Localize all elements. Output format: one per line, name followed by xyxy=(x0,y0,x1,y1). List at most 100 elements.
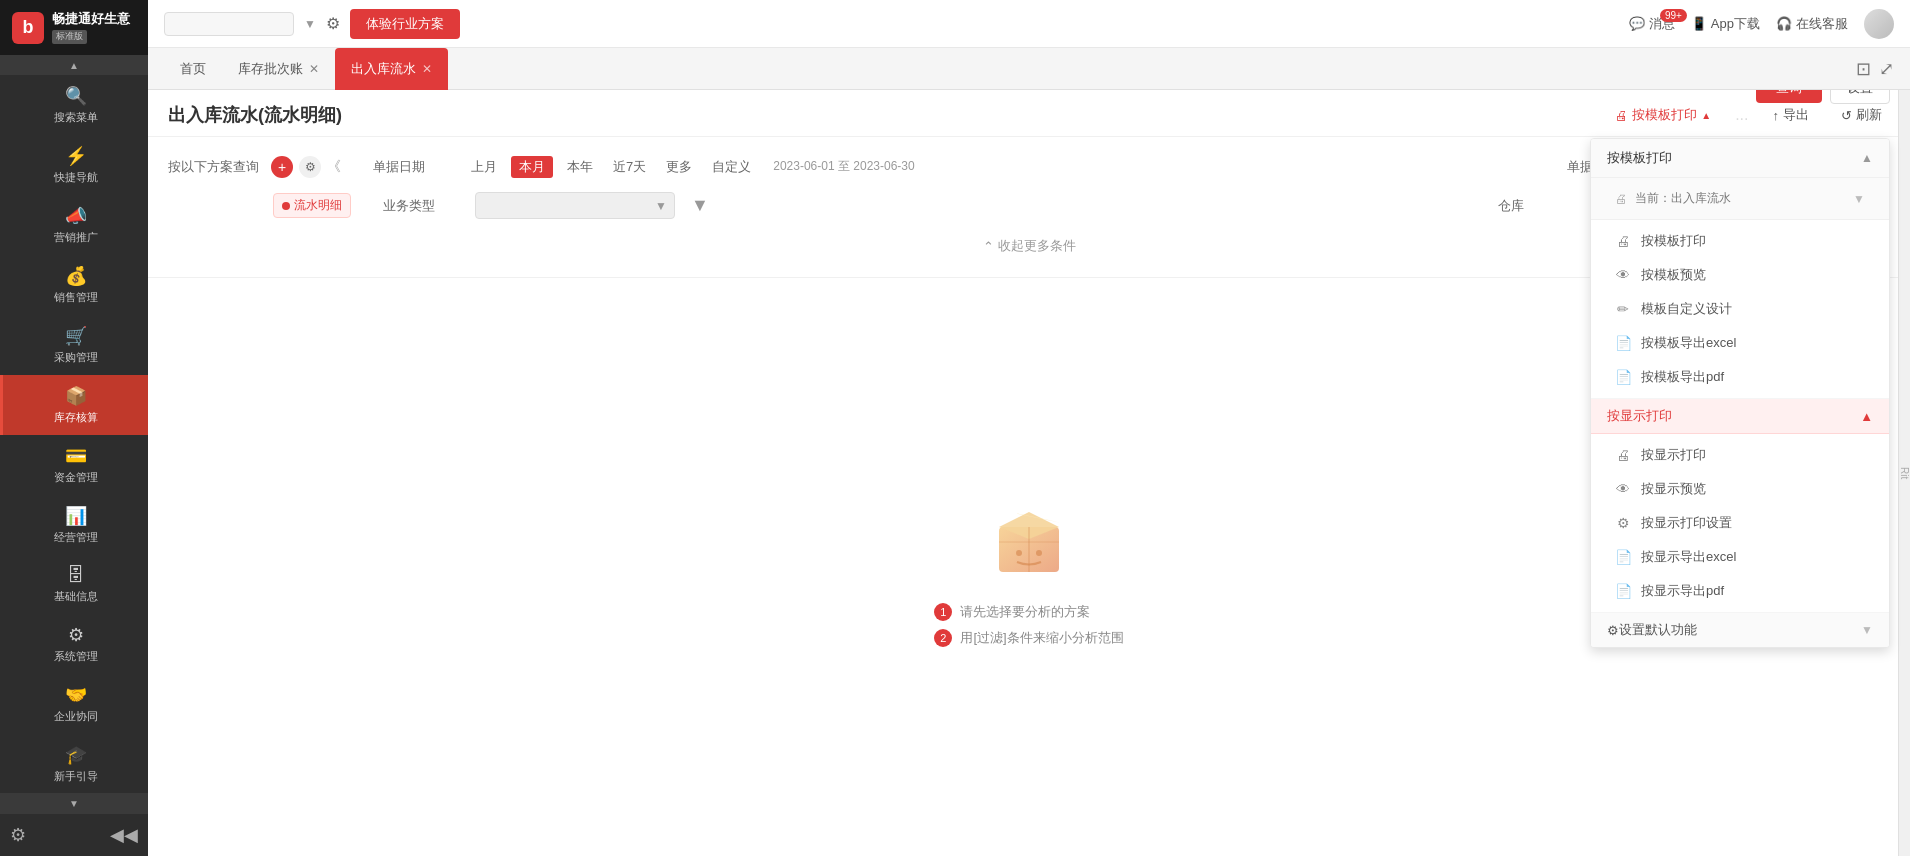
marketing-icon: 📣 xyxy=(65,205,87,227)
sidebar-bottom: ⚙ ◀◀ xyxy=(0,813,148,856)
sidebar-item-enterprise[interactable]: 🤝 企业协同 xyxy=(0,674,148,734)
sidebar-item-basic[interactable]: 🗄 基础信息 xyxy=(0,555,148,614)
business-type-select[interactable] xyxy=(475,192,675,219)
query-button[interactable]: 查询 xyxy=(1756,90,1822,103)
filter-section-label: 按以下方案查询 xyxy=(168,158,259,176)
page-header: 出入库流水(流水明细) 🖨 按模板打印 ▲ ... ↑ 导出 ↺ 刷新 xyxy=(148,90,1910,137)
display-section-arrow: ▲ xyxy=(1860,409,1873,424)
empty-hint-2: 2 用[过滤]条件来缩小分析范围 xyxy=(934,629,1123,647)
hint-num-1: 1 xyxy=(934,603,952,621)
topbar-gear-icon[interactable]: ⚙ xyxy=(326,14,340,33)
sidebar-settings-icon[interactable]: ⚙ xyxy=(10,824,26,846)
sidebar: b 畅捷通好生意 标准版 ▲ 🔍 搜索菜单 ⚡ 快捷导航 📣 营销推广 💰 销售… xyxy=(0,0,148,856)
settings-button[interactable]: 设置 xyxy=(1830,90,1890,104)
message-badge: 99+ xyxy=(1660,9,1687,22)
template-items-section: 🖨 按模板打印 👁 按模板预览 ✏ 模板自定义设计 📄 xyxy=(1591,220,1889,399)
panel-default-fn[interactable]: ⚙ 设置默认功能 ▼ xyxy=(1591,613,1889,647)
design-icon: ✏ xyxy=(1615,301,1631,317)
inventory-icon: 📦 xyxy=(65,385,87,407)
sidebar-item-guide[interactable]: 🎓 新手引导 xyxy=(0,734,148,793)
tabs-bar: 首页 库存批次账 ✕ 出入库流水 ✕ ⊡ ⤢ xyxy=(148,48,1910,90)
date-option-this-month[interactable]: 本月 xyxy=(511,156,553,178)
date-option-more[interactable]: 更多 xyxy=(660,156,698,178)
refresh-icon: ↺ xyxy=(1841,108,1852,123)
sidebar-item-sales[interactable]: 💰 销售管理 xyxy=(0,255,148,315)
topbar-left: ▼ ⚙ 体验行业方案 xyxy=(164,9,1617,39)
panel-item-display-pdf[interactable]: 📄 按显示导出pdf xyxy=(1591,574,1889,608)
sidebar-scroll-up[interactable]: ▲ xyxy=(0,55,148,75)
default-fn-icon: ⚙ xyxy=(1607,623,1619,638)
sidebar-item-marketing[interactable]: 📣 营销推广 xyxy=(0,195,148,255)
tab-close-in-out-flow[interactable]: ✕ xyxy=(422,62,432,76)
topbar: ▼ ⚙ 体验行业方案 💬 消息 99+ 📱 App下载 🎧 在线客服 xyxy=(148,0,1910,48)
panel-item-display-print[interactable]: 🖨 按显示打印 xyxy=(1591,438,1889,472)
filter-add-button[interactable]: + xyxy=(271,156,293,178)
sidebar-scroll-down[interactable]: ▼ xyxy=(0,793,148,813)
filter-collapse-left[interactable]: 《 xyxy=(327,158,341,176)
right-edge-bar: Rit xyxy=(1898,90,1910,856)
tab-home[interactable]: 首页 xyxy=(164,48,222,90)
date-option-custom[interactable]: 自定义 xyxy=(706,156,757,178)
sidebar-item-search[interactable]: 🔍 搜索菜单 xyxy=(0,75,148,135)
panel-current-item: 🖨 当前：出入库流水 ▼ xyxy=(1607,184,1873,213)
business-type-label: 业务类型 xyxy=(383,197,463,215)
sidebar-item-quick-nav[interactable]: ⚡ 快捷导航 xyxy=(0,135,148,195)
filter-settings-button[interactable]: ⚙ xyxy=(299,156,321,178)
tab-close-inventory-batch[interactable]: ✕ xyxy=(309,62,319,76)
date-option-this-year[interactable]: 本年 xyxy=(561,156,599,178)
current-arrow: ▼ xyxy=(1853,192,1865,206)
export-icon: ↑ xyxy=(1773,108,1780,123)
business-type-more[interactable]: ▼ xyxy=(691,195,709,216)
display-print-section-header[interactable]: 按显示打印 ▲ xyxy=(1591,399,1889,434)
app-download-button[interactable]: 📱 App下载 xyxy=(1691,15,1760,33)
tag-label: 流水明细 xyxy=(294,197,342,214)
page-actions: 🖨 按模板打印 ▲ ... ↑ 导出 ↺ 刷新 按模板打印 xyxy=(1607,102,1890,128)
refresh-button[interactable]: ↺ 刷新 xyxy=(1833,102,1890,128)
tab-maximize-icon[interactable]: ⊡ xyxy=(1856,58,1871,80)
tab-fullscreen-icon[interactable]: ⤢ xyxy=(1879,58,1894,80)
user-avatar-area[interactable] xyxy=(1864,9,1894,39)
industry-btn[interactable]: 体验行业方案 xyxy=(350,9,460,39)
chevron-up-icon: ⌃ xyxy=(983,239,994,254)
display-excel-icon: 📄 xyxy=(1615,549,1631,565)
main-area: ▼ ⚙ 体验行业方案 💬 消息 99+ 📱 App下载 🎧 在线客服 xyxy=(148,0,1910,856)
preview-icon: 👁 xyxy=(1615,267,1631,283)
tab-inventory-batch[interactable]: 库存批次账 ✕ xyxy=(222,48,335,90)
online-service-button[interactable]: 🎧 在线客服 xyxy=(1776,15,1848,33)
purchase-icon: 🛒 xyxy=(65,325,87,347)
sidebar-item-purchase[interactable]: 🛒 采购管理 xyxy=(0,315,148,375)
sales-icon: 💰 xyxy=(65,265,87,287)
date-label: 单据日期 xyxy=(373,158,453,176)
panel-item-template-print[interactable]: 🖨 按模板打印 xyxy=(1591,224,1889,258)
pdf-icon: 📄 xyxy=(1615,369,1631,385)
panel-item-display-preview[interactable]: 👁 按显示预览 xyxy=(1591,472,1889,506)
panel-item-template-pdf[interactable]: 📄 按模板导出pdf xyxy=(1591,360,1889,394)
tab-in-out-flow[interactable]: 出入库流水 ✕ xyxy=(335,48,448,90)
template-print-section-header[interactable]: 按模板打印 ▲ xyxy=(1591,139,1889,178)
filter-tag: 流水明细 xyxy=(273,193,351,218)
page-title: 出入库流水(流水明细) xyxy=(168,103,342,127)
sidebar-item-system[interactable]: ⚙ 系统管理 xyxy=(0,614,148,674)
sidebar-item-inventory[interactable]: 📦 库存核算 xyxy=(0,375,148,435)
panel-item-display-excel[interactable]: 📄 按显示导出excel xyxy=(1591,540,1889,574)
panel-item-template-preview[interactable]: 👁 按模板预览 xyxy=(1591,258,1889,292)
sidebar-collapse-icon[interactable]: ◀◀ xyxy=(110,824,138,846)
panel-item-template-excel[interactable]: 📄 按模板导出excel xyxy=(1591,326,1889,360)
display-settings-icon: ⚙ xyxy=(1615,515,1631,531)
template-print-button[interactable]: 🖨 按模板打印 ▲ xyxy=(1607,102,1719,128)
export-button[interactable]: ↑ 导出 xyxy=(1765,102,1818,128)
message-button[interactable]: 💬 消息 99+ xyxy=(1629,15,1675,33)
sidebar-item-finance[interactable]: 💳 资金管理 xyxy=(0,435,148,495)
topbar-search-input[interactable] xyxy=(164,12,294,36)
guide-icon: 🎓 xyxy=(65,744,87,766)
date-option-last-month[interactable]: 上月 xyxy=(465,156,503,178)
sidebar-item-operations[interactable]: 📊 经营管理 xyxy=(0,495,148,555)
current-icon: 🖨 xyxy=(1615,192,1627,206)
display-preview-icon: 👁 xyxy=(1615,481,1631,497)
panel-item-display-settings[interactable]: ⚙ 按显示打印设置 xyxy=(1591,506,1889,540)
panel-item-template-design[interactable]: ✏ 模板自定义设计 xyxy=(1591,292,1889,326)
date-option-7days[interactable]: 近7天 xyxy=(607,156,652,178)
enterprise-icon: 🤝 xyxy=(65,684,87,706)
topbar-dropdown-arrow[interactable]: ▼ xyxy=(304,17,316,31)
tab-right-icons: ⊡ ⤢ xyxy=(1856,58,1894,80)
